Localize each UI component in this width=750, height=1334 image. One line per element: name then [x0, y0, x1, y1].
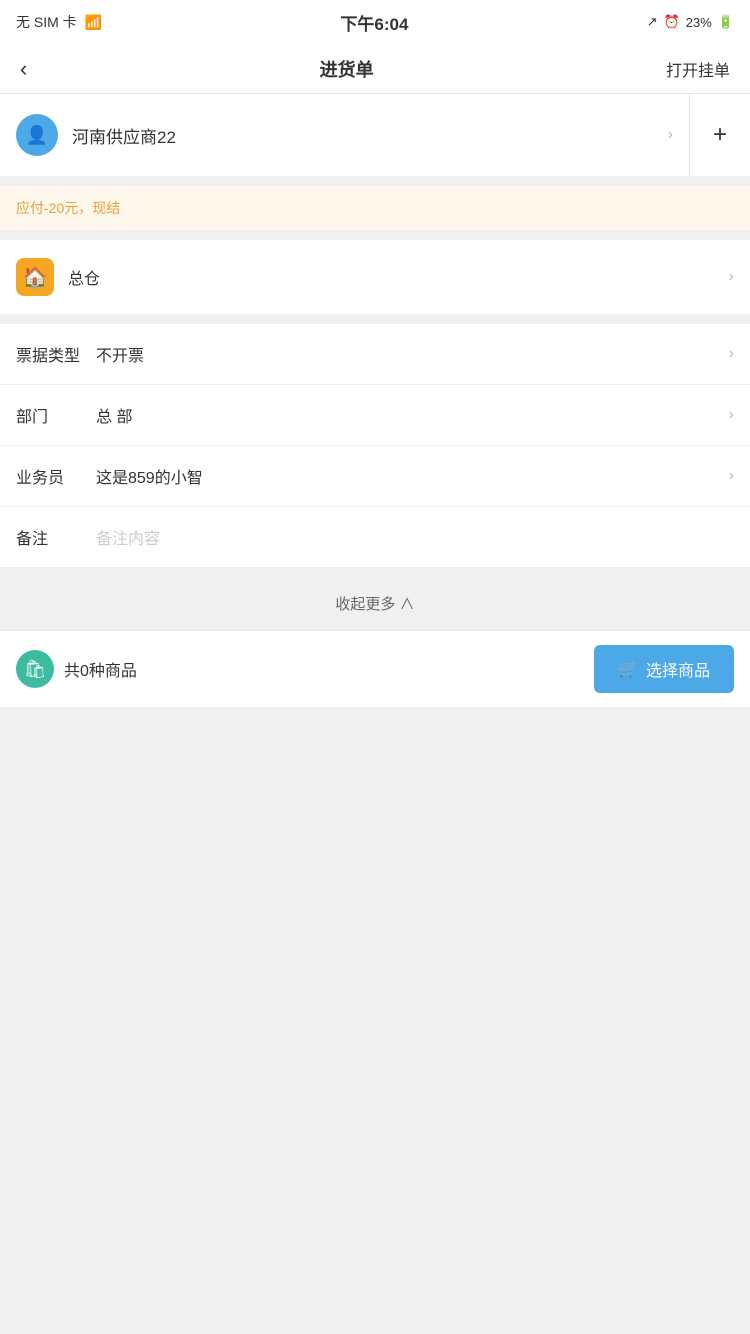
salesperson-label: 业务员 [16, 464, 96, 488]
department-row[interactable]: 部门 总 部 › [0, 385, 750, 446]
status-bar: 无 SIM 卡 📶 下午6:04 ↗ ⏰ 23% 🔋 [0, 0, 750, 44]
plus-icon: + [713, 121, 727, 149]
warehouse-label: 总仓 [68, 265, 729, 289]
salesperson-row[interactable]: 业务员 这是859的小智 › [0, 446, 750, 507]
remark-label: 备注 [16, 525, 96, 549]
invoice-type-chevron-icon: › [729, 345, 734, 363]
battery-icon: 🔋 [718, 14, 734, 30]
empty-space [0, 707, 750, 1007]
department-value: 总 部 [96, 403, 729, 427]
wifi-icon: 📶 [85, 14, 102, 31]
supplier-avatar: 👤 [16, 114, 58, 156]
select-product-icon: 🛒 [618, 659, 638, 679]
status-right: ↗ ⏰ 23% 🔋 [647, 14, 734, 30]
invoice-type-value: 不开票 [96, 342, 729, 366]
bottom-bar: 🛍 共0种商品 🛒 选择商品 [0, 630, 750, 707]
avatar-icon: 👤 [26, 125, 48, 146]
supplier-section: 👤 河南供应商22 › + [0, 94, 750, 176]
warehouse-selector[interactable]: 🏠 总仓 › [0, 240, 750, 314]
product-icon-container: 🛍 [16, 650, 54, 688]
status-time: 下午6:04 [340, 10, 408, 35]
select-product-button[interactable]: 🛒 选择商品 [594, 645, 734, 693]
remark-input[interactable]: 备注内容 [96, 525, 734, 549]
chevron-right-icon: › [668, 126, 673, 144]
back-button[interactable]: ‹ [20, 56, 27, 82]
location-icon: ↗ [647, 14, 658, 30]
remark-row[interactable]: 备注 备注内容 [0, 507, 750, 567]
warehouse-section: 🏠 总仓 › [0, 240, 750, 314]
invoice-type-label: 票据类型 [16, 342, 96, 366]
nav-bar: ‹ 进货单 打开挂单 [0, 44, 750, 94]
battery-label: 23% [686, 15, 712, 30]
product-bag-icon: 🛍 [24, 659, 47, 680]
open-pending-button[interactable]: 打开挂单 [666, 57, 730, 81]
form-section: 票据类型 不开票 › 部门 总 部 › 业务员 这是859的小智 › 备注 备注… [0, 324, 750, 567]
alarm-icon: ⏰ [664, 14, 680, 30]
supplier-name: 河南供应商22 [72, 123, 668, 148]
salesperson-value: 这是859的小智 [96, 464, 729, 488]
warehouse-chevron-icon: › [729, 268, 734, 286]
page-title: 进货单 [320, 56, 374, 82]
collapse-section[interactable]: 收起更多 ∧ [0, 577, 750, 630]
department-label: 部门 [16, 403, 96, 427]
carrier-label: 无 SIM 卡 [16, 12, 77, 32]
salesperson-chevron-icon: › [729, 467, 734, 485]
warehouse-icon: 🏠 [23, 265, 48, 290]
add-supplier-button[interactable]: + [690, 94, 750, 176]
alert-banner: 应付-20元，现结 [0, 186, 750, 230]
product-summary: 🛍 共0种商品 [16, 650, 578, 688]
main-content: 👤 河南供应商22 › + 应付-20元，现结 🏠 总仓 › 票据类型 不开票 … [0, 94, 750, 1007]
alert-text: 应付-20元，现结 [16, 200, 120, 216]
supplier-selector[interactable]: 👤 河南供应商22 › [0, 94, 690, 176]
invoice-type-row[interactable]: 票据类型 不开票 › [0, 324, 750, 385]
department-chevron-icon: › [729, 406, 734, 424]
product-count-label: 共0种商品 [64, 657, 137, 681]
select-product-label: 选择商品 [646, 657, 710, 681]
collapse-label: 收起更多 ∧ [335, 593, 414, 614]
warehouse-icon-container: 🏠 [16, 258, 54, 296]
status-left: 无 SIM 卡 📶 [16, 12, 102, 32]
